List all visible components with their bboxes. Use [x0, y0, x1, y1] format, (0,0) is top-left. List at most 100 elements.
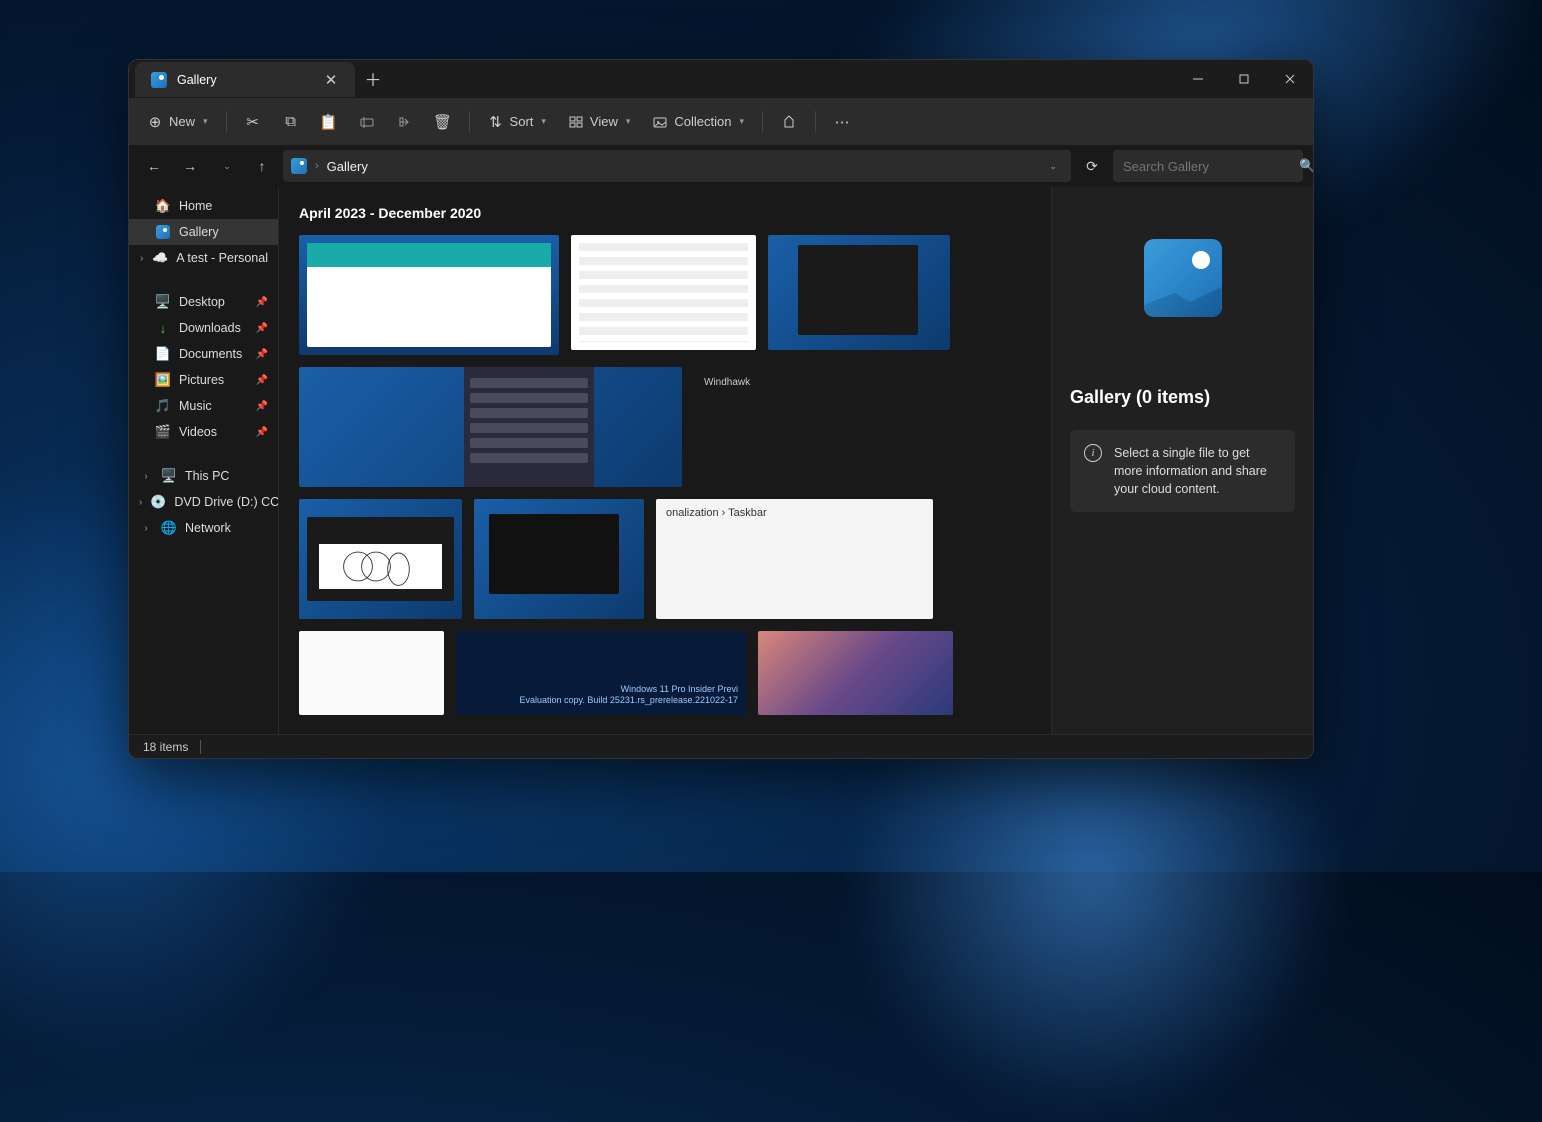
sidebar-item-desktop[interactable]: 🖥️ Desktop 📌 — [129, 289, 278, 315]
item-count: 18 items — [143, 740, 188, 754]
titlebar: Gallery ✕ ＋ — [129, 60, 1313, 97]
delete-button[interactable]: 🗑 — [425, 108, 461, 136]
pin-icon[interactable]: 📌 — [256, 375, 268, 386]
thumbnail[interactable] — [474, 499, 644, 619]
chevron-down-icon: ▾ — [740, 116, 745, 127]
downloads-icon: ↓ — [155, 320, 171, 336]
chevron-right-icon[interactable]: › — [139, 523, 153, 534]
forward-button[interactable]: → — [175, 151, 205, 181]
thumbnail[interactable] — [299, 499, 462, 619]
recent-button[interactable]: ⌄ — [211, 151, 241, 181]
sidebar-item-home[interactable]: 🏠Home — [129, 193, 278, 219]
thumbnail[interactable] — [299, 631, 444, 715]
pin-icon[interactable]: 📌 — [256, 401, 268, 412]
thumbnail[interactable]: onalization › Taskbar — [656, 499, 933, 619]
pc-icon: 🖥️ — [161, 468, 177, 484]
rename-button[interactable] — [349, 108, 385, 136]
thumbnail[interactable] — [768, 235, 950, 350]
separator — [200, 740, 201, 754]
new-tab-button[interactable]: ＋ — [355, 60, 391, 97]
sidebar-item-documents[interactable]: 📄Documents📌 — [129, 341, 278, 367]
sort-icon: ⇅ — [488, 114, 504, 130]
view-button[interactable]: View ▾ — [558, 108, 640, 136]
paste-button[interactable]: 📋 — [311, 108, 347, 136]
thumbnail-text: onalization › Taskbar — [666, 507, 767, 519]
share-button[interactable] — [387, 108, 423, 136]
info-text: Select a single file to get more informa… — [1114, 444, 1281, 498]
maximize-button[interactable] — [1221, 60, 1267, 97]
minimize-button[interactable] — [1175, 60, 1221, 97]
phone-icon — [781, 114, 797, 130]
sidebar-label: Documents — [179, 347, 242, 361]
back-button[interactable]: ← — [139, 151, 169, 181]
chevron-down-icon: ⌄ — [223, 161, 231, 172]
sidebar-item-gallery[interactable]: Gallery — [129, 219, 278, 245]
thumbnail-grid: Windhawk onalization › Taskbar Windows 1… — [299, 235, 1031, 715]
pin-icon[interactable]: 📌 — [256, 349, 268, 360]
chevron-right-icon[interactable]: › — [139, 497, 142, 508]
cut-button[interactable]: ✂ — [235, 108, 271, 136]
sidebar-label: Videos — [179, 425, 217, 439]
sidebar-label: Network — [185, 521, 231, 535]
pin-icon[interactable]: 📌 — [256, 427, 268, 438]
separator — [762, 111, 763, 133]
chevron-right-icon[interactable]: › — [139, 471, 153, 482]
sidebar-item-thispc[interactable]: ›🖥️This PC — [129, 463, 278, 489]
sort-button[interactable]: ⇅ Sort ▾ — [478, 108, 556, 136]
new-button[interactable]: ⊕ New ▾ — [137, 108, 218, 136]
phone-link-button[interactable] — [771, 108, 807, 136]
info-icon: i — [1084, 444, 1102, 462]
breadcrumb-location[interactable]: Gallery — [327, 159, 368, 174]
more-button[interactable]: ⋯ — [824, 108, 860, 136]
chevron-down-icon: ▾ — [541, 116, 546, 127]
sidebar: 🏠Home Gallery ›☁️A test - Personal 🖥️ Des… — [129, 187, 279, 734]
search-box[interactable]: 🔍 — [1113, 150, 1303, 182]
copy-button[interactable]: ⧉ — [273, 108, 309, 136]
sidebar-item-network[interactable]: ›🌐Network — [129, 515, 278, 541]
close-window-button[interactable] — [1267, 60, 1313, 97]
search-input[interactable] — [1123, 159, 1299, 174]
pin-icon[interactable]: 📌 — [256, 297, 268, 308]
toolbar: ⊕ New ▾ ✂ ⧉ 📋 🗑 ⇅ Sort ▾ View ▾ Collecti… — [129, 97, 1313, 145]
tab-gallery[interactable]: Gallery ✕ — [135, 62, 355, 97]
pin-icon[interactable]: 📌 — [256, 323, 268, 334]
separator — [469, 111, 470, 133]
window-controls — [1175, 60, 1313, 97]
sidebar-item-videos[interactable]: 🎬 Videos 📌 — [129, 419, 278, 445]
address-bar[interactable]: › Gallery ⌄ — [283, 150, 1071, 182]
sidebar-item-pictures[interactable]: 🖼️Pictures📌 — [129, 367, 278, 393]
chevron-right-icon[interactable]: › — [139, 253, 144, 264]
thumbnail[interactable] — [571, 235, 756, 350]
sidebar-label: Pictures — [179, 373, 224, 387]
sidebar-label: DVD Drive (D:) CCC — [174, 495, 279, 509]
sidebar-label: Gallery — [179, 225, 219, 239]
music-icon: 🎵 — [155, 398, 171, 414]
sidebar-label: Home — [179, 199, 212, 213]
thumbnail[interactable] — [758, 631, 953, 715]
thumbnail[interactable]: Windows 11 Pro Insider PreviEvaluation c… — [456, 631, 746, 715]
gallery-icon — [291, 158, 307, 174]
thumbnail[interactable] — [299, 367, 682, 487]
statusbar: 18 items — [129, 734, 1313, 758]
new-label: New — [169, 114, 195, 129]
close-tab-button[interactable]: ✕ — [321, 70, 341, 90]
sidebar-item-onedrive[interactable]: ›☁️A test - Personal — [129, 245, 278, 271]
details-title: Gallery (0 items) — [1070, 387, 1295, 408]
collection-button[interactable]: Collection ▾ — [642, 108, 754, 136]
copy-icon: ⧉ — [283, 114, 299, 130]
refresh-button[interactable]: ⟳ — [1077, 151, 1107, 181]
sidebar-label: Desktop — [179, 295, 225, 309]
thumbnail[interactable]: Windhawk — [694, 367, 942, 487]
thumbnail[interactable] — [299, 235, 559, 355]
up-button[interactable]: ↑ — [247, 151, 277, 181]
gallery-pane[interactable]: April 2023 - December 2020 Windhawk onal… — [279, 187, 1051, 734]
desktop-icon: 🖥️ — [155, 294, 171, 310]
videos-icon: 🎬 — [155, 424, 171, 440]
details-pane: Gallery (0 items) i Select a single file… — [1051, 187, 1313, 734]
sidebar-label: Downloads — [179, 321, 241, 335]
sidebar-item-music[interactable]: 🎵Music📌 — [129, 393, 278, 419]
sidebar-item-dvd[interactable]: ›💿DVD Drive (D:) CCC — [129, 489, 278, 515]
address-dropdown[interactable]: ⌄ — [1043, 161, 1063, 172]
sidebar-item-downloads[interactable]: ↓ Downloads 📌 — [129, 315, 278, 341]
info-box: i Select a single file to get more infor… — [1070, 430, 1295, 512]
